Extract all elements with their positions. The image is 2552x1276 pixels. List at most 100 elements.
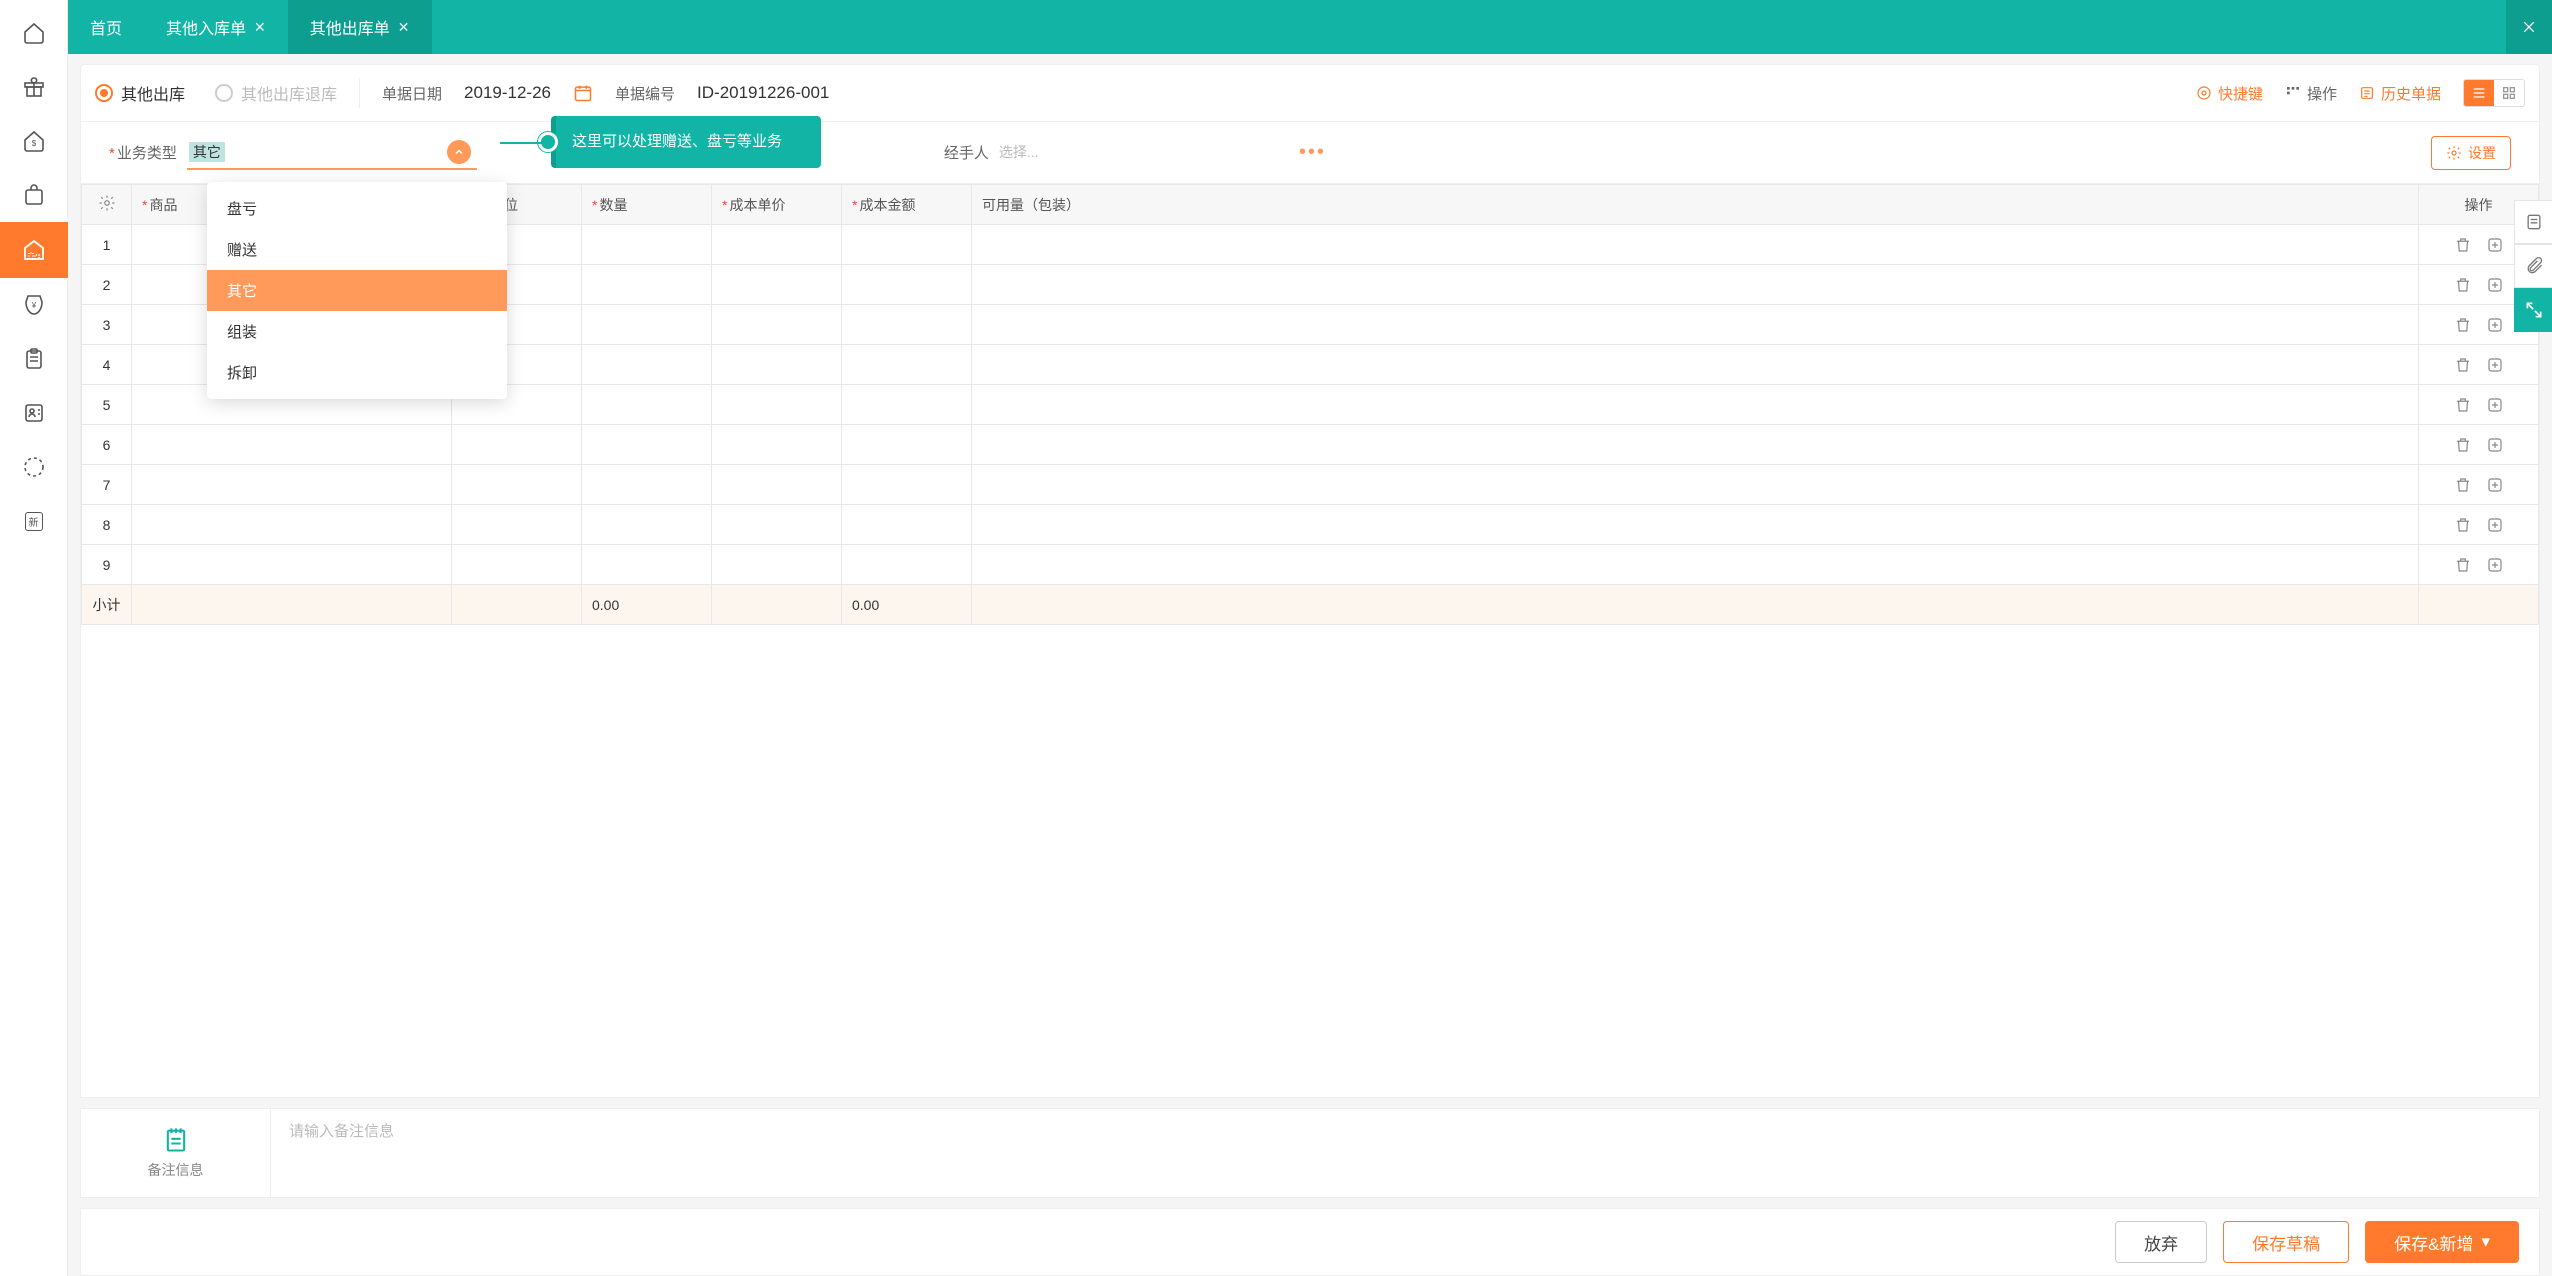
tooltip-text: 这里可以处理赠送、盘亏等业务 [572,133,782,150]
nav-clipboard-icon[interactable] [21,346,47,372]
row-index: 3 [82,305,132,345]
view-list-icon[interactable] [2464,80,2494,106]
subtotal-amount: 0.00 [842,585,972,625]
shortcut-label: 快捷键 [2218,83,2263,104]
subtotal-label: 小计 [82,585,132,625]
add-row-icon[interactable] [2486,316,2504,334]
delete-icon[interactable] [2454,276,2472,294]
tab-other-in[interactable]: 其他入库单 ✕ [144,0,288,54]
remark-panel: 备注信息 [80,1108,2540,1198]
row-index: 2 [82,265,132,305]
table-row[interactable]: 6 [82,425,2539,465]
handler-field: 经手人 选择... [944,138,1259,167]
add-row-icon[interactable] [2486,516,2504,534]
nav-sync-icon[interactable] [21,454,47,480]
biz-type-dropdown: 盘亏 赠送 其它 组装 拆卸 [207,182,507,399]
delete-icon[interactable] [2454,436,2472,454]
chevron-down-icon: ▾ [2481,1232,2490,1252]
delete-icon[interactable] [2454,516,2472,534]
dropdown-option[interactable]: 组装 [207,311,507,352]
footer-bar: 放弃 保存草稿 保存&新增▾ [80,1208,2540,1276]
discard-button[interactable]: 放弃 [2115,1221,2207,1263]
biz-type-field: *业务类型 其它 盘亏 赠送 其它 组装 拆卸 [109,136,477,170]
help-tooltip: 这里可以处理赠送、盘亏等业务 [551,116,821,168]
nav-warehouse-icon[interactable] [0,222,68,278]
settings-button[interactable]: 设置 [2431,136,2511,170]
remark-input[interactable] [289,1123,2521,1140]
delete-icon[interactable] [2454,236,2472,254]
tabbar-close-button[interactable] [2506,0,2552,54]
remark-label-text: 备注信息 [148,1160,204,1180]
add-row-icon[interactable] [2486,556,2504,574]
add-row-icon[interactable] [2486,276,2504,294]
nav-gift-icon[interactable] [21,74,47,100]
right-rail-notes-icon[interactable] [2514,200,2552,244]
table-row[interactable]: 7 [82,465,2539,505]
radio-other-out-label: 其他出库 [121,81,185,105]
date-value[interactable]: 2019-12-26 [464,83,551,103]
col-gear[interactable] [82,185,132,225]
history-button[interactable]: 历史单据 [2359,83,2441,104]
delete-icon[interactable] [2454,356,2472,374]
row-index: 5 [82,385,132,425]
chevron-up-icon[interactable] [447,140,471,164]
right-rail-attach-icon[interactable] [2514,244,2552,288]
add-row-icon[interactable] [2486,356,2504,374]
view-grid-icon[interactable] [2494,80,2524,106]
operate-button[interactable]: 操作 [2285,83,2337,104]
tab-other-out[interactable]: 其他出库单 ✕ [288,0,432,54]
dropdown-option[interactable]: 其它 [207,270,507,311]
settings-label: 设置 [2468,143,2496,163]
handler-label: 经手人 [944,142,989,163]
delete-icon[interactable] [2454,396,2472,414]
radio-other-out[interactable]: 其他出库 [95,81,185,105]
nav-new-icon[interactable]: 新 [21,508,47,534]
radio-other-out-return-label: 其他出库退库 [241,81,337,105]
doc-no-label: 单据编号 [615,83,675,104]
dropdown-option[interactable]: 拆卸 [207,352,507,393]
add-row-icon[interactable] [2486,436,2504,454]
row-index: 6 [82,425,132,465]
save-new-button[interactable]: 保存&新增▾ [2365,1221,2519,1263]
delete-icon[interactable] [2454,316,2472,334]
dropdown-option[interactable]: 赠送 [207,229,507,270]
dropdown-option[interactable]: 盘亏 [207,188,507,229]
table-row[interactable]: 9 [82,545,2539,585]
table-row[interactable]: 8 [82,505,2539,545]
document-header: 其他出库 其他出库退库 单据日期 2019-12-26 单据编号 ID-2019… [80,64,2540,122]
tab-bar: 首页 其他入库单 ✕ 其他出库单 ✕ [68,0,2552,54]
col-cost-price: *成本单价 [712,185,842,225]
subtotal-qty: 0.00 [582,585,712,625]
radio-other-out-return[interactable]: 其他出库退库 [215,81,337,105]
add-row-icon[interactable] [2486,236,2504,254]
shortcut-button[interactable]: 快捷键 [2196,83,2263,104]
nav-home-icon[interactable] [21,20,47,46]
svg-text:$: $ [31,139,36,148]
right-rail-expand-icon[interactable] [2514,288,2552,332]
row-index: 9 [82,545,132,585]
nav-contacts-icon[interactable] [21,400,47,426]
close-icon[interactable]: ✕ [398,19,410,36]
left-nav-rail: $ ¥ 新 [0,0,68,1276]
date-label: 单据日期 [382,83,442,104]
delete-icon[interactable] [2454,476,2472,494]
biz-type-select[interactable]: 其它 [187,136,477,170]
delete-icon[interactable] [2454,556,2472,574]
add-row-icon[interactable] [2486,396,2504,414]
save-draft-button[interactable]: 保存草稿 [2223,1221,2349,1263]
nav-money-icon[interactable]: ¥ [21,292,47,318]
nav-sale-icon[interactable]: $ [21,128,47,154]
close-icon[interactable]: ✕ [254,19,266,36]
row-index: 4 [82,345,132,385]
more-icon[interactable]: ••• [1289,141,1336,164]
tab-home[interactable]: 首页 [68,0,144,54]
tab-other-in-label: 其他入库单 [166,15,246,39]
nav-bag-icon[interactable] [21,182,47,208]
row-index: 8 [82,505,132,545]
calendar-icon[interactable] [573,83,593,103]
handler-placeholder[interactable]: 选择... [999,144,1039,160]
tab-other-out-label: 其他出库单 [310,15,390,39]
svg-text:¥: ¥ [30,301,36,310]
add-row-icon[interactable] [2486,476,2504,494]
col-cost-amount: *成本金额 [842,185,972,225]
